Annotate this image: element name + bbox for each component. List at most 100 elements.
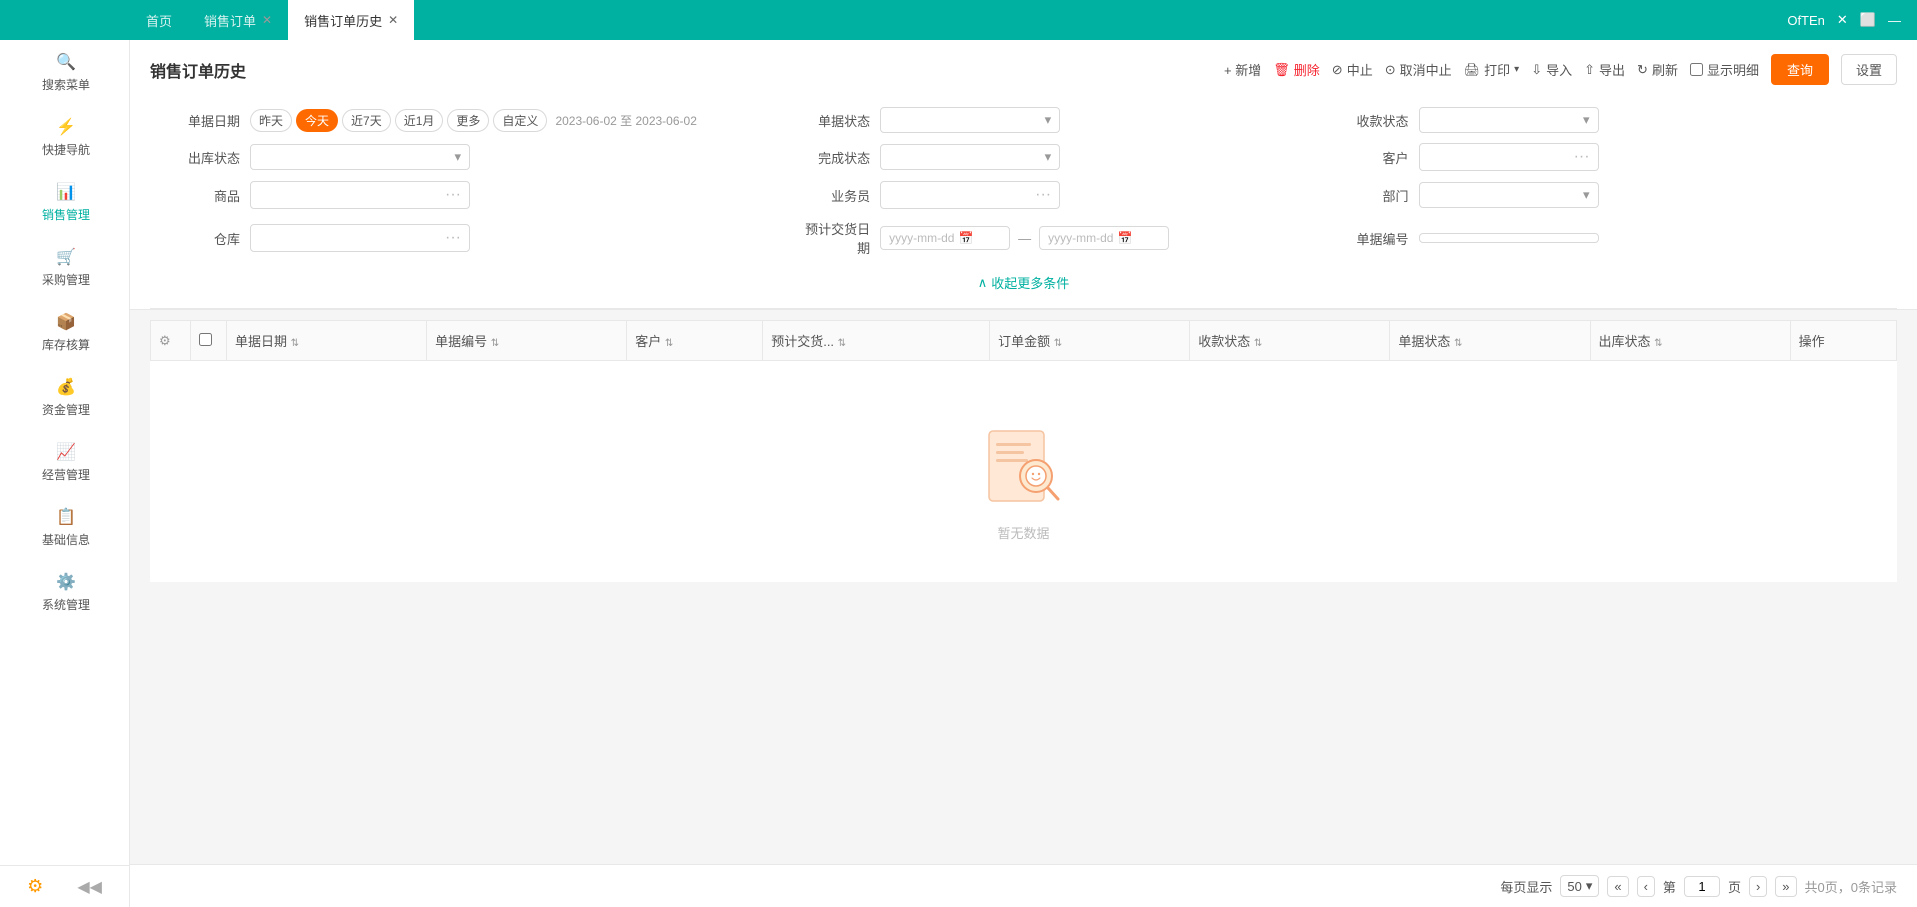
th-order-amount: 订单金额 ⇅ [990,321,1190,361]
warehouse-dots-icon[interactable]: ··· [445,229,461,247]
sidebar-item-sales-mgmt[interactable]: 📊 销售管理 [0,170,129,235]
salesperson-dots-icon[interactable]: ··· [1035,186,1051,204]
th-delivery-date: 预计交货... ⇅ [763,321,990,361]
cancel-stop-label: 取消中止 [1400,60,1452,79]
customer-dots-icon[interactable]: ··· [1574,148,1590,166]
tab-sales-order[interactable]: 销售订单 ✕ [188,0,288,40]
sidebar-item-ops-mgmt[interactable]: 📈 经营管理 [0,430,129,495]
customer-sort-icon[interactable]: ⇅ [665,338,673,349]
page-title: 销售订单历史 [150,58,246,82]
th-bill-no-label: 单据编号 [435,334,487,349]
delivery-start-input[interactable]: yyyy-mm-dd 📅 [880,226,1010,250]
table-gear-icon[interactable]: ⚙ [159,333,171,348]
print-label: 打印 [1484,60,1510,79]
goods-select[interactable]: ··· [250,181,470,209]
filter-row-2: 出库状态 ▾ 完成状态 ▾ 客户 [170,143,1877,171]
sidebar-item-inventory[interactable]: 📦 库存核算 [0,300,129,365]
sidebar-item-purchase-mgmt-label: 采购管理 [42,271,90,288]
tab-sales-order-history-label: 销售订单历史 [304,11,382,30]
often-text: OfTEn [1787,13,1825,28]
customer-select[interactable]: ··· [1419,143,1599,171]
payment-status-select[interactable]: ▾ [1419,107,1599,133]
page-number-input[interactable] [1684,876,1720,897]
topbar-resize-icon[interactable]: ⬜ [1860,12,1876,28]
sales-mgmt-icon: 📊 [56,182,76,202]
department-select[interactable]: ▾ [1419,182,1599,208]
payment-status-sort-icon[interactable]: ⇅ [1254,338,1262,349]
select-all-checkbox[interactable] [199,333,212,346]
display-col-checkbox[interactable] [1690,63,1703,76]
new-button[interactable]: + 新增 [1224,60,1261,79]
th-out-status-label: 出库状态 [1599,334,1651,349]
out-status-select[interactable]: ▾ [250,144,470,170]
warehouse-select[interactable]: ··· [250,224,470,252]
display-col-label: 显示明细 [1707,60,1759,79]
page-size-value: 50 [1567,879,1581,894]
stop-button[interactable]: ⊘ 中止 [1332,60,1373,79]
quick-nav-icon: ⚡ [56,117,76,137]
date-btn-more[interactable]: 更多 [447,109,489,132]
sidebar-item-search-menu[interactable]: 🔍 搜索菜单 [0,40,129,105]
purchase-mgmt-icon: 🛒 [56,247,76,267]
page-size-select[interactable]: 50 ▾ [1560,875,1599,897]
date-btn-7days[interactable]: 近7天 [342,109,391,132]
stop-label: 中止 [1347,60,1373,79]
bill-status-sort-icon[interactable]: ⇅ [1454,338,1462,349]
date-btn-yesterday[interactable]: 昨天 [250,109,292,132]
close-sales-order-history-icon[interactable]: ✕ [388,13,398,27]
prev-page-button[interactable]: ‹ [1637,876,1655,897]
first-page-button[interactable]: « [1607,876,1628,897]
topbar-min-icon[interactable]: — [1888,13,1901,28]
salesperson-select[interactable]: ··· [880,181,1060,209]
complete-status-chevron-icon: ▾ [1045,149,1052,165]
sidebar-item-system[interactable]: ⚙️ 系统管理 [0,560,129,625]
bill-no-input[interactable] [1419,233,1599,243]
next-page-button[interactable]: › [1749,876,1767,897]
delivery-end-input[interactable]: yyyy-mm-dd 📅 [1039,226,1169,250]
query-button[interactable]: 查询 [1771,54,1829,85]
tab-home[interactable]: 首页 [130,0,188,40]
cancel-stop-button[interactable]: ⊙ 取消中止 [1385,60,1452,79]
date-btn-today[interactable]: 今天 [296,109,338,132]
refresh-icon: ↻ [1637,62,1648,78]
collapse-button[interactable]: ∧ 收起更多条件 [170,267,1877,298]
table-header-row: ⚙ 单据日期 ⇅ 单据编号 ⇅ [151,321,1897,361]
th-bill-date-label: 单据日期 [235,334,287,349]
set-button[interactable]: 设置 [1841,54,1897,85]
sidebar-collapse-icon[interactable]: ◀◀ [77,877,102,897]
delete-button[interactable]: 🗑 删除 [1273,60,1320,79]
delivery-date-sort-icon[interactable]: ⇅ [838,338,846,349]
page-header: 销售订单历史 + 新增 🗑 删除 ⊘ 中止 ⊙ 取消中止 [130,40,1917,310]
bill-date-sort-icon[interactable]: ⇅ [291,338,299,349]
topbar-close-icon[interactable]: ✕ [1837,12,1848,28]
sidebar-item-finance[interactable]: 💰 资金管理 [0,365,129,430]
sidebar-settings-icon[interactable]: ⚙ [27,876,43,897]
date-btn-custom[interactable]: 自定义 [493,109,547,132]
out-status-sort-icon[interactable]: ⇅ [1654,338,1662,349]
order-amount-sort-icon[interactable]: ⇅ [1054,338,1062,349]
tab-sales-order-history[interactable]: 销售订单历史 ✕ [288,0,414,40]
print-chevron-icon: ▾ [1514,64,1519,75]
salesperson-value: ··· [880,181,1338,209]
top-bar-right: OfTEn ✕ ⬜ — [1787,0,1901,40]
refresh-button[interactable]: ↻ 刷新 [1637,60,1678,79]
sidebar-item-quick-nav[interactable]: ⚡ 快捷导航 [0,105,129,170]
page-word-before: 第 [1663,877,1676,896]
display-col-checkbox-label[interactable]: 显示明细 [1690,60,1759,79]
bill-status-select[interactable]: ▾ [880,107,1060,133]
th-out-status: 出库状态 ⇅ [1590,321,1790,361]
bill-no-sort-icon[interactable]: ⇅ [491,338,499,349]
th-gear: ⚙ [151,321,191,361]
goods-dots-icon[interactable]: ··· [445,186,461,204]
export-button[interactable]: ⇧ 导出 [1584,60,1625,79]
last-page-button[interactable]: » [1775,876,1796,897]
date-filter-value: 昨天 今天 近7天 近1月 更多 自定义 2023-06-02 至 2023-0… [250,109,800,132]
date-btn-1month[interactable]: 近1月 [395,109,444,132]
close-sales-order-icon[interactable]: ✕ [262,13,272,27]
sidebar-item-basic-info[interactable]: 📋 基础信息 [0,495,129,560]
import-button[interactable]: ⇩ 导入 [1531,60,1572,79]
sidebar-item-purchase-mgmt[interactable]: 🛒 采购管理 [0,235,129,300]
total-text: 共0页，0条记录 [1805,877,1897,896]
complete-status-select[interactable]: ▾ [880,144,1060,170]
print-button[interactable]: 🖨 打印 ▾ [1464,60,1520,79]
